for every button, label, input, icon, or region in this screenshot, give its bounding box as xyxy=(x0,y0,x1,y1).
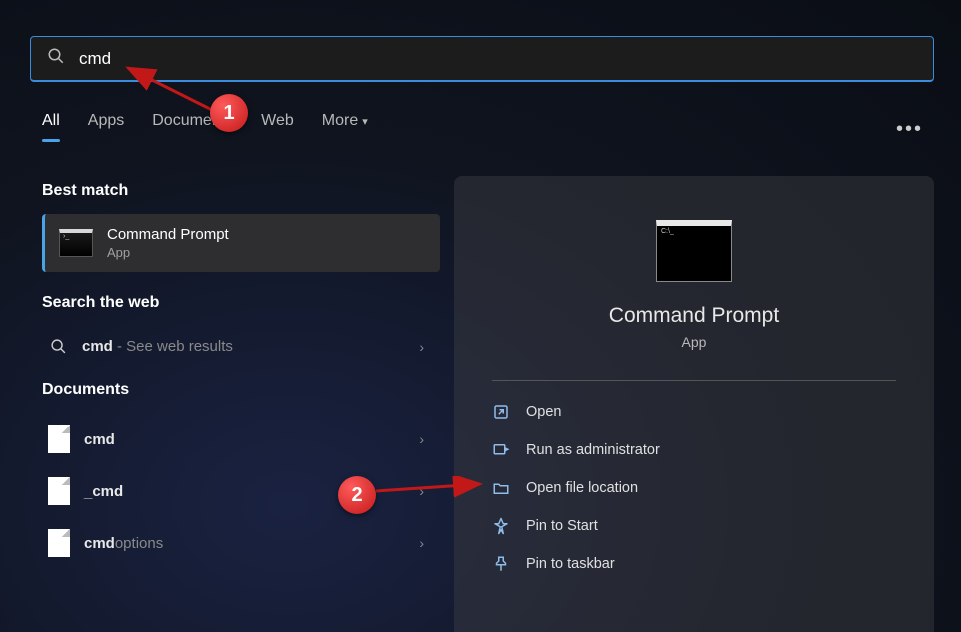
action-pin-to-taskbar[interactable]: Pin to taskbar xyxy=(474,545,914,583)
header-search-web: Search the web xyxy=(42,294,440,312)
chevron-right-icon: › xyxy=(419,535,434,551)
best-match-title: Command Prompt xyxy=(107,226,229,243)
cmd-prompt-icon xyxy=(59,229,93,257)
document-icon xyxy=(48,425,70,453)
result-best-match[interactable]: Command Prompt App xyxy=(42,214,440,272)
folder-icon xyxy=(492,479,510,497)
annotation-callout-1: 1 xyxy=(210,94,248,132)
best-match-subtitle: App xyxy=(107,245,229,260)
preview-panel: Command Prompt App Open Run as administr… xyxy=(454,176,934,632)
action-pin-to-start[interactable]: Pin to Start xyxy=(474,507,914,545)
tab-all[interactable]: All xyxy=(42,112,60,138)
document-icon xyxy=(48,529,70,557)
doc-result-label: cmdoptions xyxy=(84,535,405,552)
annotation-callout-2: 2 xyxy=(338,476,376,514)
chevron-right-icon: › xyxy=(419,431,434,447)
doc-result-row[interactable]: cmd › xyxy=(42,413,440,465)
pin-icon xyxy=(492,517,510,535)
action-open-file-location[interactable]: Open file location xyxy=(474,469,914,507)
search-input[interactable] xyxy=(79,49,917,69)
doc-result-row[interactable]: _cmd › xyxy=(42,465,440,517)
cmd-prompt-icon-large xyxy=(656,220,732,282)
divider xyxy=(492,380,896,381)
open-icon xyxy=(492,403,510,421)
overflow-menu-icon[interactable]: ••• xyxy=(896,118,923,141)
action-run-as-administrator[interactable]: Run as administrator xyxy=(474,431,914,469)
action-open[interactable]: Open xyxy=(474,393,914,431)
search-bar[interactable] xyxy=(30,36,934,82)
chevron-down-icon: ▾ xyxy=(362,116,368,128)
tab-web[interactable]: Web xyxy=(261,112,294,138)
pin-icon xyxy=(492,555,510,573)
web-result-label: cmd - See web results xyxy=(82,338,405,355)
doc-result-label: cmd xyxy=(84,431,405,448)
tab-apps[interactable]: Apps xyxy=(88,112,124,138)
preview-title: Command Prompt xyxy=(474,304,914,328)
tabs-row: All Apps Documents Web More▾ xyxy=(42,112,368,138)
header-documents: Documents xyxy=(42,381,440,399)
header-best-match: Best match xyxy=(42,182,440,200)
preview-subtitle: App xyxy=(474,334,914,350)
doc-result-row[interactable]: cmdoptions › xyxy=(42,517,440,569)
chevron-right-icon: › xyxy=(419,339,434,355)
document-icon xyxy=(48,477,70,505)
web-result-row[interactable]: cmd - See web results › xyxy=(42,326,440,367)
chevron-right-icon: › xyxy=(419,483,434,499)
tab-more[interactable]: More▾ xyxy=(322,112,368,138)
search-icon xyxy=(47,47,65,70)
shield-admin-icon xyxy=(492,441,510,459)
search-icon xyxy=(48,338,68,355)
